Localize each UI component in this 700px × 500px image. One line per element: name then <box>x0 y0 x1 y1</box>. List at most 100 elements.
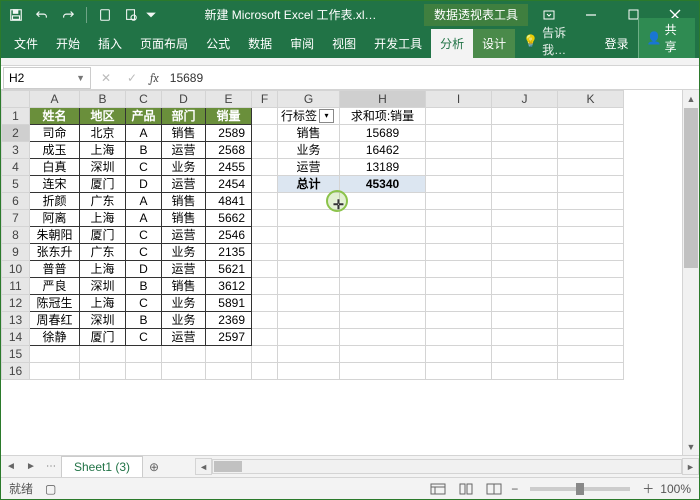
horizontal-scrollbar[interactable]: ◄ ► <box>195 458 699 475</box>
tab-file[interactable]: 文件 <box>5 29 47 58</box>
empty-cell[interactable] <box>340 227 426 244</box>
empty-cell[interactable] <box>126 346 162 363</box>
data-cell[interactable]: 徐静 <box>30 329 80 346</box>
empty-cell[interactable] <box>340 329 426 346</box>
empty-cell[interactable] <box>278 363 340 380</box>
empty-cell[interactable] <box>252 278 278 295</box>
data-cell[interactable]: 4841 <box>206 193 252 210</box>
data-cell[interactable]: 上海 <box>80 142 126 159</box>
data-cell[interactable]: D <box>126 261 162 278</box>
empty-cell[interactable] <box>206 346 252 363</box>
empty-cell[interactable] <box>80 346 126 363</box>
empty-cell[interactable] <box>340 193 426 210</box>
empty-cell[interactable] <box>252 244 278 261</box>
empty-cell[interactable] <box>278 346 340 363</box>
data-cell[interactable]: 运营 <box>162 261 206 278</box>
data-cell[interactable]: 北京 <box>80 125 126 142</box>
empty-cell[interactable] <box>252 363 278 380</box>
pivot-total-label[interactable]: 总计 <box>278 176 340 193</box>
scroll-right-icon[interactable]: ► <box>682 458 699 475</box>
tab-nav-more[interactable]: ⋯ <box>41 461 61 472</box>
data-cell[interactable]: 销售 <box>162 125 206 142</box>
empty-cell[interactable] <box>252 159 278 176</box>
row-header[interactable]: 10 <box>2 261 30 278</box>
data-cell[interactable]: 运营 <box>162 227 206 244</box>
data-cell[interactable]: 普普 <box>30 261 80 278</box>
data-cell[interactable]: 3612 <box>206 278 252 295</box>
data-cell[interactable]: 2455 <box>206 159 252 176</box>
data-header[interactable]: 地区 <box>80 108 126 125</box>
empty-cell[interactable] <box>252 193 278 210</box>
empty-cell[interactable] <box>278 193 340 210</box>
data-cell[interactable]: C <box>126 227 162 244</box>
view-pagebreak-icon[interactable] <box>483 481 505 497</box>
tab-nav-next[interactable]: ► <box>21 461 41 472</box>
data-cell[interactable]: B <box>126 278 162 295</box>
data-cell[interactable]: 2597 <box>206 329 252 346</box>
data-cell[interactable]: A <box>126 193 162 210</box>
data-cell[interactable]: C <box>126 329 162 346</box>
col-header[interactable]: J <box>492 91 558 108</box>
enter-formula-icon[interactable]: ✓ <box>119 67 145 89</box>
tab-formulas[interactable]: 公式 <box>197 29 239 58</box>
empty-cell[interactable] <box>162 363 206 380</box>
scroll-left-icon[interactable]: ◄ <box>195 458 212 475</box>
data-cell[interactable]: 陈冠生 <box>30 295 80 312</box>
tab-pagelayout[interactable]: 页面布局 <box>131 29 197 58</box>
empty-cell[interactable] <box>252 295 278 312</box>
data-cell[interactable]: 销售 <box>162 210 206 227</box>
empty-cell[interactable] <box>80 363 126 380</box>
data-cell[interactable]: 销售 <box>162 278 206 295</box>
data-cell[interactable]: B <box>126 312 162 329</box>
data-cell[interactable]: A <box>126 125 162 142</box>
data-cell[interactable]: 2568 <box>206 142 252 159</box>
formula-input[interactable] <box>164 67 699 89</box>
data-cell[interactable]: C <box>126 159 162 176</box>
data-cell[interactable]: 2589 <box>206 125 252 142</box>
data-cell[interactable]: 朱朝阳 <box>30 227 80 244</box>
col-header[interactable]: F <box>252 91 278 108</box>
view-normal-icon[interactable] <box>427 481 449 497</box>
add-sheet-button[interactable]: ⊕ <box>143 460 165 474</box>
empty-cell[interactable] <box>126 363 162 380</box>
data-cell[interactable]: 深圳 <box>80 278 126 295</box>
scroll-down-icon[interactable]: ▼ <box>683 438 699 455</box>
save-icon[interactable] <box>4 3 28 27</box>
row-header[interactable]: 9 <box>2 244 30 261</box>
tab-insert[interactable]: 插入 <box>89 29 131 58</box>
empty-cell[interactable] <box>278 278 340 295</box>
tell-me[interactable]: 💡告诉我… <box>515 24 595 58</box>
login-link[interactable]: 登录 <box>596 29 638 58</box>
data-cell[interactable]: 运营 <box>162 176 206 193</box>
col-header[interactable]: B <box>80 91 126 108</box>
data-cell[interactable]: 阿离 <box>30 210 80 227</box>
empty-cell[interactable] <box>252 210 278 227</box>
data-cell[interactable]: 张东升 <box>30 244 80 261</box>
zoom-out-button[interactable]: − <box>511 482 518 496</box>
data-cell[interactable]: 白真 <box>30 159 80 176</box>
data-cell[interactable]: 运营 <box>162 329 206 346</box>
empty-cell[interactable] <box>340 278 426 295</box>
data-cell[interactable]: A <box>126 210 162 227</box>
row-header[interactable]: 4 <box>2 159 30 176</box>
empty-cell[interactable] <box>340 244 426 261</box>
empty-cell[interactable] <box>252 125 278 142</box>
name-box[interactable]: H2▼ <box>3 67 91 89</box>
data-cell[interactable]: 广东 <box>80 193 126 210</box>
data-cell[interactable]: 司命 <box>30 125 80 142</box>
pivot-rowlabel-header[interactable]: 行标签▾ <box>278 108 340 125</box>
data-cell[interactable]: B <box>126 142 162 159</box>
tab-developer[interactable]: 开发工具 <box>365 29 431 58</box>
tab-analyze[interactable]: 分析 <box>431 29 473 58</box>
data-cell[interactable]: 严良 <box>30 278 80 295</box>
tab-view[interactable]: 视图 <box>323 29 365 58</box>
tab-design[interactable]: 设计 <box>473 29 515 58</box>
data-cell[interactable]: 5662 <box>206 210 252 227</box>
redo-dropdown-icon[interactable] <box>56 3 80 27</box>
data-cell[interactable]: 业务 <box>162 244 206 261</box>
data-header[interactable]: 姓名 <box>30 108 80 125</box>
zoom-level[interactable]: 100% <box>660 482 691 496</box>
empty-cell[interactable] <box>340 363 426 380</box>
row-header[interactable]: 14 <box>2 329 30 346</box>
qat-customize-icon[interactable] <box>145 3 157 27</box>
